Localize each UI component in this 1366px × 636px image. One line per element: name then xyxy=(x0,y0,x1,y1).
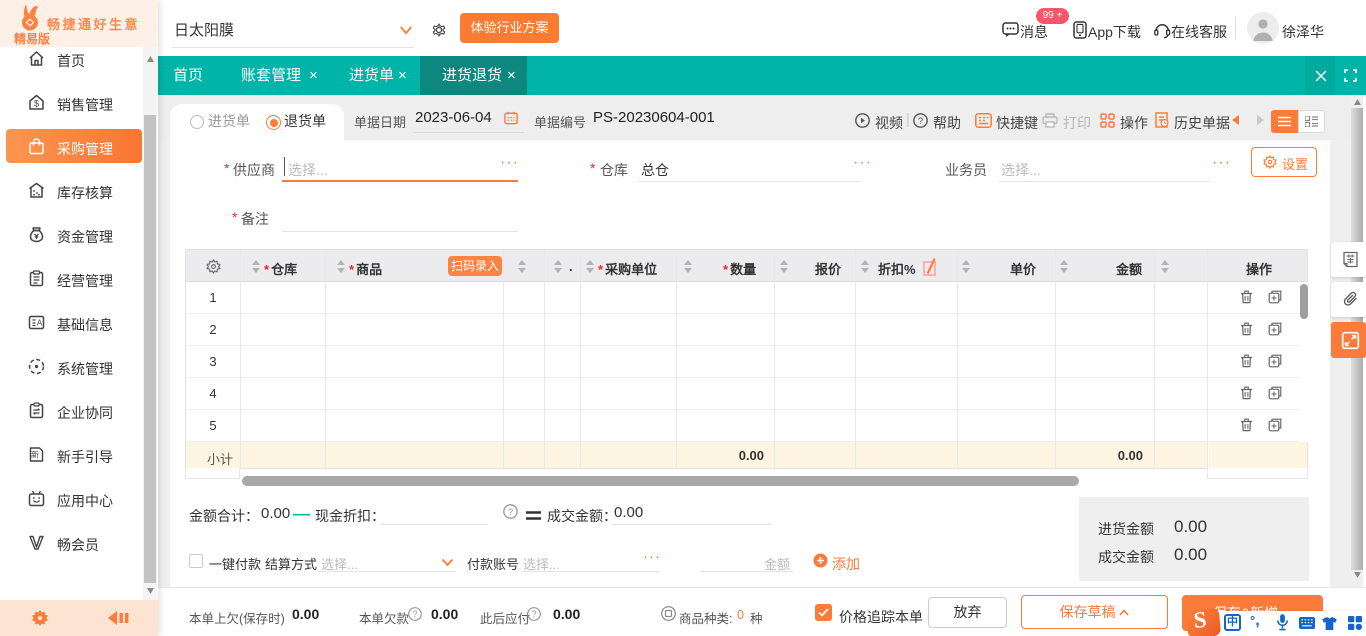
svg-text:新: 新 xyxy=(31,450,39,460)
svg-text:?: ? xyxy=(412,609,417,619)
svg-text:A: A xyxy=(37,319,43,328)
svg-text:$: $ xyxy=(34,99,39,109)
svg-text:?: ? xyxy=(918,116,923,127)
svg-text:?: ? xyxy=(508,507,513,518)
svg-text:?: ? xyxy=(531,609,536,619)
